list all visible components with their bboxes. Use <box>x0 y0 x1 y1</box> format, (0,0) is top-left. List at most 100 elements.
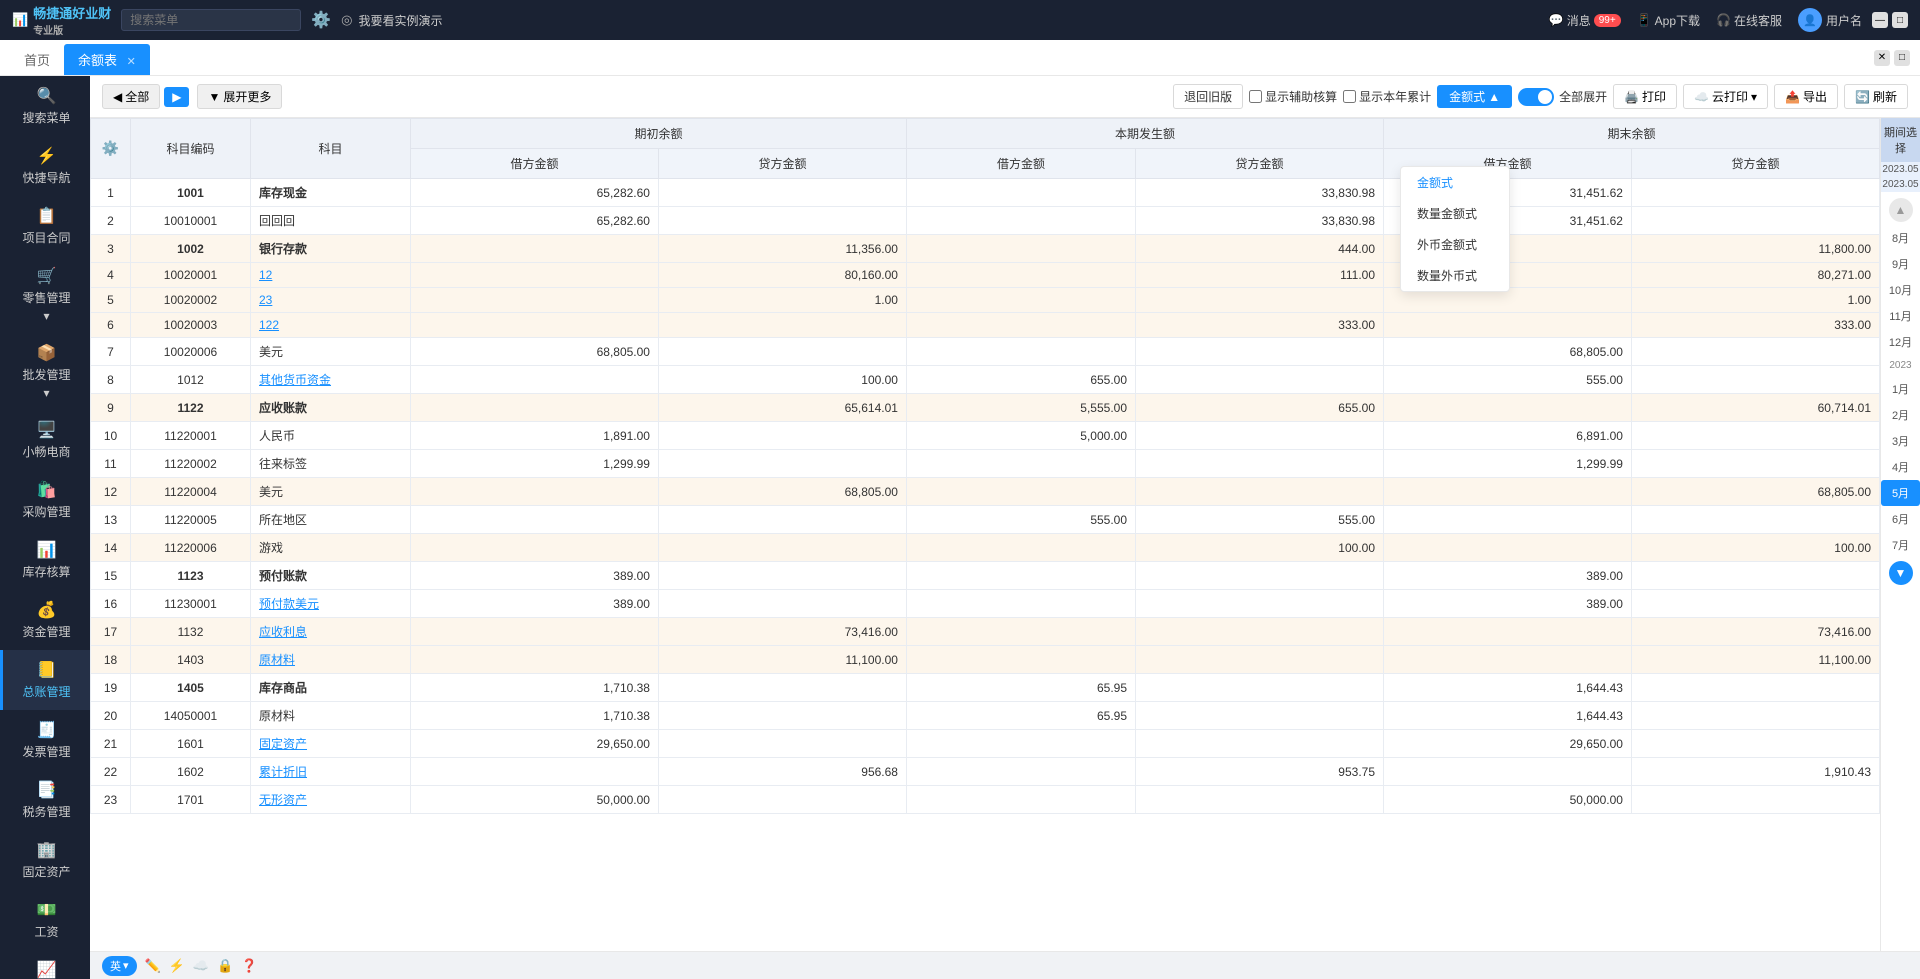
sidebar-item-purchase[interactable]: 🛍️ 采购管理 <box>0 470 90 530</box>
month-jun[interactable]: 6月 <box>1881 506 1920 532</box>
retail-icon: 🛒 <box>37 266 57 286</box>
sidebar-item-tax[interactable]: 📑 税务管理 <box>0 770 90 830</box>
return-old-version-button[interactable]: 退回旧版 <box>1173 84 1243 109</box>
demo-label[interactable]: 我要看实例演示 <box>358 12 442 29</box>
user-avatar[interactable]: 👤 用户名 <box>1798 8 1862 32</box>
month-mar[interactable]: 3月 <box>1881 428 1920 454</box>
cell-name[interactable]: 122 <box>251 313 411 338</box>
prev-period-btn[interactable]: ▲ <box>1889 198 1913 222</box>
sidebar-item-operations[interactable]: 📈 经营管理 <box>0 950 90 979</box>
month-aug[interactable]: 8月 <box>1881 225 1920 251</box>
tab-home[interactable]: 首页 <box>10 44 64 75</box>
cell-name: 游戏 <box>251 534 411 562</box>
tab-close-btn[interactable]: ✕ <box>127 56 136 68</box>
search-input[interactable] <box>121 9 301 31</box>
cell-credit-cur: 655.00 <box>1136 394 1384 422</box>
refresh-button[interactable]: 🔄 刷新 <box>1844 84 1908 109</box>
sidebar-item-quick-nav[interactable]: ⚡ 快捷导航 <box>0 136 90 196</box>
month-apr[interactable]: 4月 <box>1881 454 1920 480</box>
close-button[interactable]: ✕ <box>1874 50 1890 66</box>
col-header-settings[interactable]: ⚙️ <box>91 119 131 179</box>
sidebar-item-retail[interactable]: 🛒 零售管理 ▾ <box>0 256 90 333</box>
sidebar-item-ecommerce[interactable]: 🖥️ 小畅电商 <box>0 410 90 470</box>
month-jan[interactable]: 1月 <box>1881 376 1920 402</box>
next-period-btn[interactable]: ▼ <box>1889 561 1913 585</box>
cell-debit-cur: 65.95 <box>906 674 1135 702</box>
expand-more-button[interactable]: ▼ 展开更多 <box>197 84 282 109</box>
edit-icon[interactable]: ✏️ <box>145 958 161 974</box>
cell-credit-cur <box>1136 422 1384 450</box>
cloud-print-button[interactable]: ☁️ 云打印 ▾ <box>1683 84 1768 109</box>
sidebar-item-project[interactable]: 📋 项目合同 <box>0 196 90 256</box>
maximize-button[interactable]: □ <box>1892 12 1908 28</box>
cell-no: 10 <box>91 422 131 450</box>
cell-name[interactable]: 预付款美元 <box>251 590 411 618</box>
cell-name[interactable]: 12 <box>251 263 411 288</box>
sidebar-item-funds[interactable]: 💰 资金管理 <box>0 590 90 650</box>
cell-debit-cur: 5,000.00 <box>906 422 1135 450</box>
sidebar-item-payroll[interactable]: 💵 工资 <box>0 890 90 950</box>
cell-name[interactable]: 原材料 <box>251 646 411 674</box>
lightning-icon[interactable]: ⚡ <box>169 958 185 974</box>
minimize-button[interactable]: — <box>1872 12 1888 28</box>
month-jul[interactable]: 7月 <box>1881 532 1920 558</box>
month-may[interactable]: 5月 <box>1881 480 1920 506</box>
month-sep[interactable]: 9月 <box>1881 251 1920 277</box>
cell-debit-open <box>411 235 659 263</box>
cell-name[interactable]: 23 <box>251 288 411 313</box>
dropdown-item-amount[interactable]: 金额式 <box>1401 167 1509 198</box>
cell-credit-cur <box>1136 646 1384 674</box>
month-dec[interactable]: 12月 <box>1881 329 1920 355</box>
cell-name[interactable]: 累计折旧 <box>251 758 411 786</box>
month-feb[interactable]: 2月 <box>1881 402 1920 428</box>
sidebar-item-fixed-assets[interactable]: 🏢 固定资产 <box>0 830 90 890</box>
ytd-checkbox[interactable] <box>1343 90 1356 103</box>
online-service-btn[interactable]: 🎧 在线客服 <box>1716 12 1782 29</box>
sidebar-item-ledger[interactable]: 📒 总账管理 <box>0 650 90 710</box>
toggle-switch-control[interactable] <box>1518 88 1554 106</box>
nav-forward-button[interactable]: ▶ <box>164 87 189 107</box>
cell-no: 16 <box>91 590 131 618</box>
export-button[interactable]: 📤 导出 <box>1774 84 1838 109</box>
cell-credit-close <box>1631 207 1879 235</box>
dropdown-item-foreign-amount[interactable]: 外币金额式 <box>1401 229 1509 260</box>
cell-name[interactable]: 应收利息 <box>251 618 411 646</box>
period-end: 2023.05 <box>1881 177 1920 192</box>
col-header-debit-cur: 借方金额 <box>906 149 1135 179</box>
print-button[interactable]: 🖨️ 打印 <box>1613 84 1677 109</box>
show-ytd-check[interactable]: 显示本年累计 <box>1343 88 1431 105</box>
all-button[interactable]: ◀ 全部 <box>102 84 160 109</box>
restore-button[interactable]: □ <box>1894 50 1910 66</box>
cloud-icon[interactable]: ☁️ <box>193 958 209 974</box>
month-oct[interactable]: 10月 <box>1881 277 1920 303</box>
cell-name[interactable]: 固定资产 <box>251 730 411 758</box>
cell-debit-cur <box>906 786 1135 814</box>
month-nov[interactable]: 11月 <box>1881 303 1920 329</box>
message-btn[interactable]: 💬 消息 99+ <box>1549 12 1621 29</box>
lock-icon[interactable]: 🔒 <box>217 958 233 974</box>
amount-style-button[interactable]: 金额式 ▲ <box>1437 85 1512 108</box>
help-icon[interactable]: ❓ <box>241 958 257 974</box>
cell-name[interactable]: 无形资产 <box>251 786 411 814</box>
dropdown-item-quantity-foreign[interactable]: 数量外币式 <box>1401 260 1509 291</box>
table-wrap[interactable]: ⚙️ 科目编码 科目 期初余额 本期发生额 期末余额 借方金额 贷方金额 借方金… <box>90 118 1880 951</box>
cell-name[interactable]: 其他货币资金 <box>251 366 411 394</box>
cell-credit-open <box>658 422 906 450</box>
cell-debit-close <box>1384 313 1632 338</box>
search-icon: 🔍 <box>37 86 57 106</box>
dropdown-item-quantity-amount[interactable]: 数量金额式 <box>1401 198 1509 229</box>
sidebar-item-search[interactable]: 🔍 搜索菜单 <box>0 76 90 136</box>
lang-toggle-btn[interactable]: 英 ▾ <box>102 956 137 976</box>
cell-code: 11220005 <box>131 506 251 534</box>
sidebar-item-wholesale[interactable]: 📦 批发管理 ▾ <box>0 333 90 410</box>
cell-code: 1001 <box>131 179 251 207</box>
auxiliary-checkbox[interactable] <box>1249 90 1262 103</box>
sidebar-item-invoice[interactable]: 🧾 发票管理 <box>0 710 90 770</box>
tab-balance-sheet[interactable]: 余额表 ✕ <box>64 44 150 75</box>
show-auxiliary-check[interactable]: 显示辅助核算 <box>1249 88 1337 105</box>
sidebar-item-inventory[interactable]: 📊 库存核算 <box>0 530 90 590</box>
cell-credit-open: 956.68 <box>658 758 906 786</box>
settings-icon[interactable]: ⚙️ <box>311 10 331 30</box>
app-icon: 📊 <box>12 12 28 28</box>
app-download-btn[interactable]: 📱 App下载 <box>1637 12 1700 29</box>
